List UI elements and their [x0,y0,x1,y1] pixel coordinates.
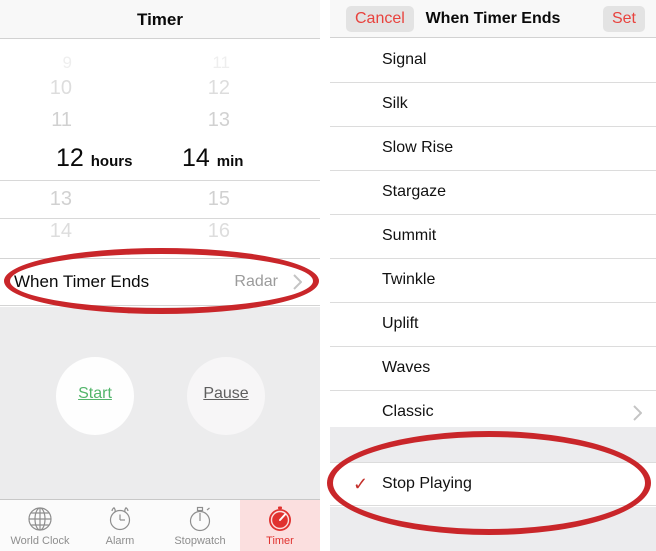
list-item[interactable]: Silk [330,83,656,127]
when-timer-ends-row[interactable]: When Timer Ends Radar [0,258,320,306]
tab-bar: World Clock Alarm Stopwatch Timer [0,499,320,551]
sound-list: Signal Silk Slow Rise Stargaze Summit Tw… [330,39,656,435]
picker-option[interactable]: 14 [0,216,160,246]
list-item[interactable]: Waves [330,347,656,391]
globe-icon [28,507,52,531]
chevron-right-icon [633,405,642,421]
list-section-gap [330,427,656,462]
stop-playing-label: Stop Playing [382,475,472,492]
list-item[interactable]: Twinkle [330,259,656,303]
picker-option[interactable]: 13 [0,184,160,214]
tab-timer[interactable]: Timer [240,500,320,551]
chevron-right-icon [293,274,302,290]
sound-label: Slow Rise [382,139,454,156]
list-item[interactable]: Signal [330,39,656,83]
tab-label: Alarm [105,535,135,547]
picker-option[interactable]: 13 [160,105,320,135]
minutes-selected-value[interactable]: 14 min [160,140,320,176]
tab-label: Timer [266,535,294,547]
tab-alarm[interactable]: Alarm [80,500,160,551]
timer-navigation-bar: Timer [0,0,320,39]
start-button[interactable]: Start [56,357,134,435]
sound-label: Waves [382,359,431,376]
hours-unit-label: hours [90,153,133,170]
screenshot-root: Timer 9 10 11 12 hours 13 14 15 11 12 13… [0,0,656,551]
list-item[interactable]: Summit [330,215,656,259]
stop-playing-row[interactable]: ✓ Stop Playing [330,462,656,506]
start-button-label: Start [78,385,112,402]
sound-picker-navigation-bar: Cancel When Timer Ends Set [330,0,656,38]
minutes-value: 14 [182,144,210,172]
list-item[interactable]: Slow Rise [330,127,656,171]
picker-option[interactable]: 15 [0,246,160,250]
tab-label: Stopwatch [174,535,226,547]
sound-label: Classic [382,403,434,420]
picker-option[interactable]: 17 [160,246,320,250]
page-title: Timer [137,10,183,29]
sound-label: Uplift [382,315,419,332]
sound-label: Silk [382,95,408,112]
sound-label: Stargaze [382,183,447,200]
picker-option[interactable]: 11 [0,105,160,135]
list-item[interactable]: Stargaze [330,171,656,215]
bottom-section-gap [330,507,656,551]
when-timer-ends-value: Radar [234,273,278,290]
when-timer-ends-label: When Timer Ends [14,272,150,291]
checkmark-icon: ✓ [353,474,369,494]
picker-option[interactable]: 12 [160,73,320,103]
pause-button-label: Pause [203,385,249,402]
picker-selection-bottom-line [0,218,320,219]
hours-selected-value[interactable]: 12 hours [0,140,160,176]
picker-option[interactable]: 15 [160,184,320,214]
pause-button[interactable]: Pause [187,357,265,435]
list-item[interactable]: Uplift [330,303,656,347]
tab-world-clock[interactable]: World Clock [0,500,80,551]
tab-label: World Clock [10,535,70,547]
picker-selection-top-line [0,180,320,181]
timer-screen: Timer 9 10 11 12 hours 13 14 15 11 12 13… [0,0,320,551]
timer-controls-area: Start Pause [0,307,320,499]
sound-label: Summit [382,227,437,244]
stopwatch-icon [189,506,211,532]
minutes-unit-label: min [216,153,244,170]
set-button[interactable]: Set [602,6,645,32]
sound-label: Signal [382,51,427,68]
alarm-clock-icon [109,507,131,531]
tab-stopwatch[interactable]: Stopwatch [160,500,240,551]
when-timer-ends-screen: Cancel When Timer Ends Set Signal Silk S… [330,0,656,551]
picker-option[interactable]: 16 [160,216,320,246]
hours-value: 12 [56,144,84,172]
duration-picker[interactable]: 9 10 11 12 hours 13 14 15 11 12 13 14 mi… [0,40,320,250]
picker-option[interactable]: 10 [0,73,160,103]
sound-label: Twinkle [382,271,436,288]
timer-icon [269,506,291,531]
